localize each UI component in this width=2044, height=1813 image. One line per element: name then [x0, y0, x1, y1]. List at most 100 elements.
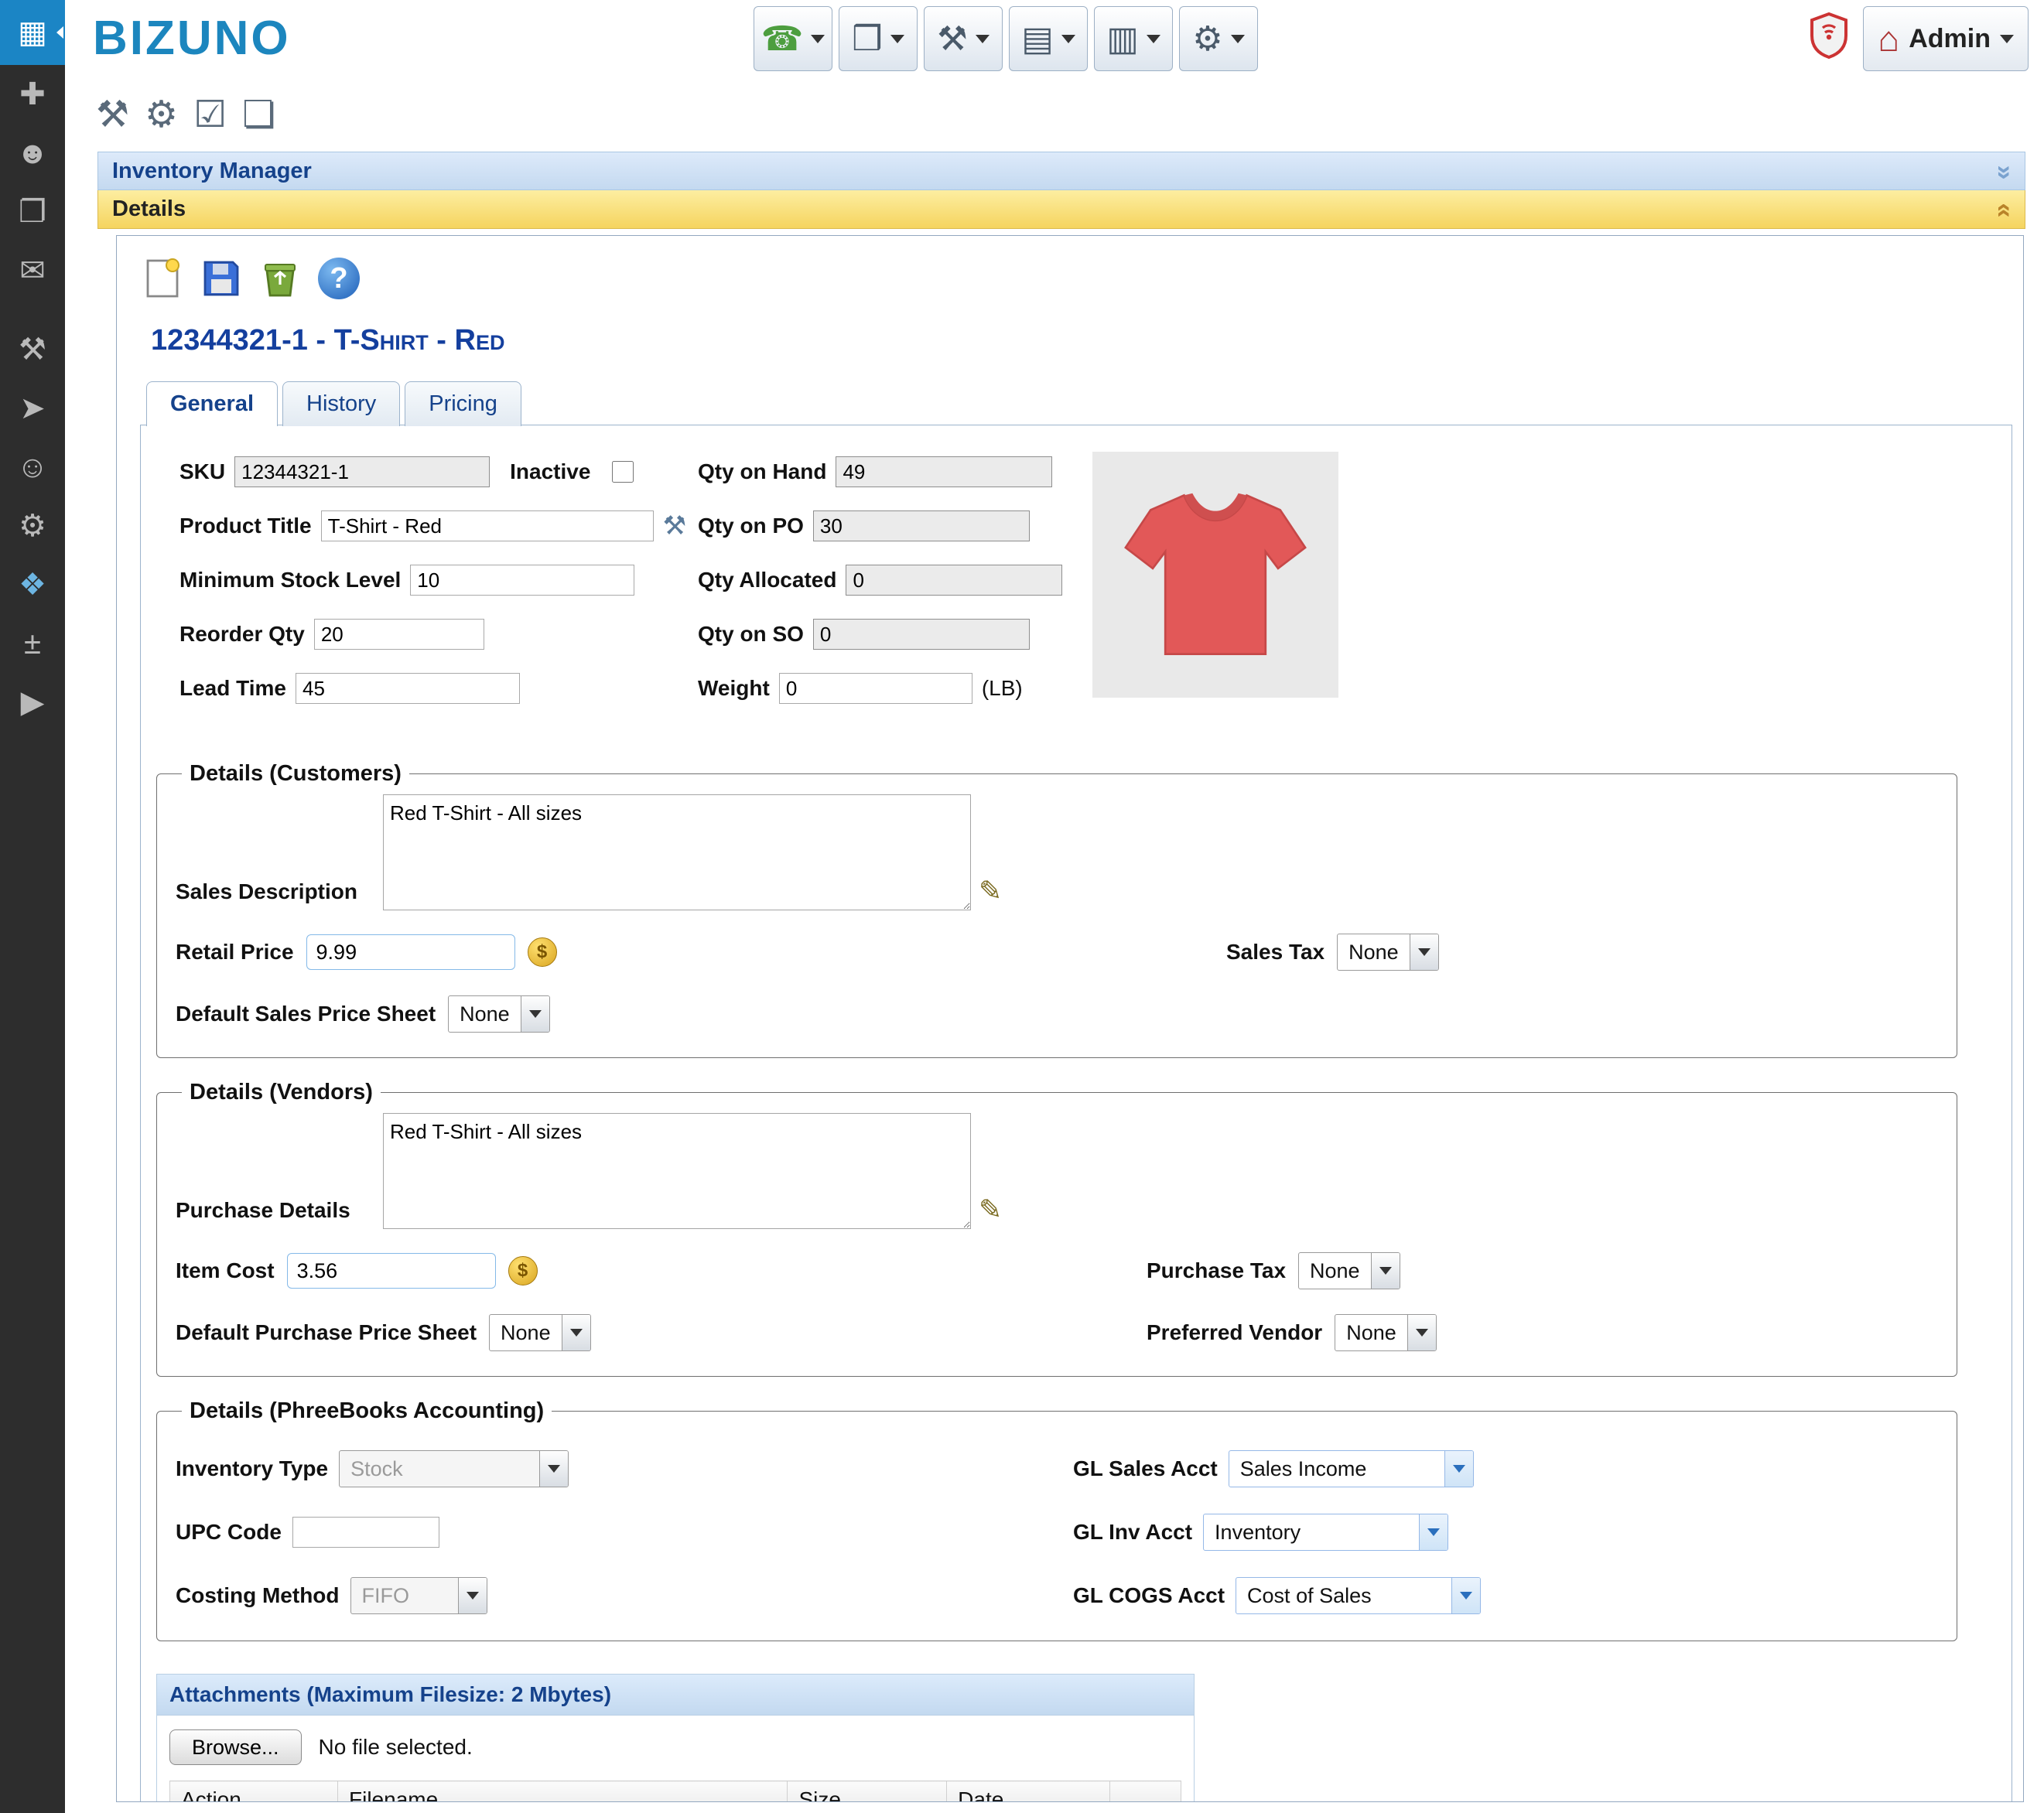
record-title: 12344321-1 - T-Shirt - Red — [151, 324, 2012, 357]
chevron-down-icon — [2000, 35, 2014, 43]
sidebar-item-pinned[interactable]: ✚ — [0, 65, 65, 124]
toolbar-banking-button[interactable]: ▤ — [1009, 6, 1088, 71]
attachments-header: Attachments (Maximum Filesize: 2 Mbytes) — [157, 1675, 1194, 1716]
sidebar-item-dashboard[interactable]: ▦ — [0, 0, 65, 65]
dropdown-arrow-icon — [1410, 934, 1438, 970]
price-levels-icon[interactable]: $ — [508, 1256, 538, 1285]
gl-inv-acct-value: Inventory — [1204, 1514, 1419, 1550]
browse-button[interactable]: Browse... — [169, 1729, 302, 1765]
sales-description-field[interactable]: Red T-Shirt - All sizes — [383, 794, 971, 910]
new-button[interactable] — [140, 256, 185, 301]
costing-method-select[interactable]: FIFO — [350, 1577, 487, 1614]
sidebar-item-profile[interactable]: ☺ — [0, 438, 65, 497]
quick-checklist-icon[interactable]: ☑ — [193, 93, 227, 136]
item-cost-field[interactable] — [287, 1253, 496, 1289]
sidebar-item-contacts[interactable]: ☻ — [0, 124, 65, 183]
toolbar-tools-button[interactable]: ⚒ — [924, 6, 1003, 71]
sidebar-item-tools[interactable]: ⚙ — [0, 497, 65, 555]
inventory-type-select[interactable]: Stock — [339, 1450, 569, 1487]
sidebar-item-build[interactable]: ⚒ — [0, 320, 65, 379]
main-toolbar: ☎ ❒ ⚒ ▤ ▥ — [754, 6, 1258, 71]
user-icon: ☺ — [17, 450, 49, 485]
sales-tax-value: None — [1338, 934, 1410, 970]
weight-unit-label: (LB) — [982, 676, 1023, 701]
tab-history[interactable]: History — [282, 381, 400, 426]
qty-allocated-field — [846, 565, 1062, 596]
details-panel: ? 12344321-1 - T-Shirt - Red General His… — [116, 235, 2024, 1802]
inventory-manager-bar[interactable]: Inventory Manager » — [97, 152, 2025, 190]
reorder-qty-field[interactable] — [314, 619, 484, 650]
default-purchase-price-sheet-select[interactable]: None — [489, 1314, 591, 1351]
help-icon: ? — [318, 258, 360, 299]
general-fields: SKU Inactive Qty on Hand Product Title — [141, 436, 2012, 739]
purchase-tax-select[interactable]: None — [1298, 1252, 1400, 1289]
purchase-details-field[interactable]: Red T-Shirt - All sizes — [383, 1113, 971, 1229]
dropdown-arrow-icon — [458, 1578, 487, 1613]
gl-sales-acct-select[interactable]: Sales Income — [1229, 1450, 1474, 1487]
default-purchase-price-sheet-value: None — [490, 1315, 562, 1350]
price-levels-icon[interactable]: $ — [528, 937, 557, 967]
qty-on-po-label: Qty on PO — [698, 514, 804, 538]
sidebar-item-messages[interactable]: ✉ — [0, 241, 65, 300]
toolbar-mobile-button[interactable]: ☎ — [754, 6, 832, 71]
inactive-checkbox[interactable] — [612, 461, 634, 483]
retail-price-field[interactable] — [306, 934, 515, 970]
product-tools-icon[interactable]: ⚒ — [663, 510, 686, 541]
customers-fieldset: Details (Customers) Sales Description Re… — [156, 761, 1957, 1058]
column-date: Date — [947, 1781, 1110, 1803]
sidebar-collapse-icon[interactable] — [56, 26, 63, 39]
toolbar-inventory-button[interactable]: ❒ — [839, 6, 918, 71]
toolbar-data-button[interactable]: ▥ — [1094, 6, 1173, 71]
min-stock-field[interactable] — [410, 565, 634, 596]
quick-launch-bar: ⚒ ⚙ ☑ ❏ — [65, 79, 2044, 152]
edit-note-icon[interactable]: ✎ — [979, 1193, 1002, 1229]
admin-label: Admin — [1909, 24, 1991, 54]
details-bar[interactable]: Details « — [97, 190, 2025, 229]
gl-inv-acct-select[interactable]: Inventory — [1203, 1514, 1448, 1551]
collapse-icon[interactable]: « — [1990, 203, 2020, 216]
expand-icon[interactable]: » — [1990, 165, 2020, 177]
quick-tools-icon[interactable]: ⚒ — [96, 93, 129, 136]
mobile-icon: ☎ — [761, 19, 804, 59]
quick-report-icon[interactable]: ❏ — [242, 93, 275, 136]
weight-field[interactable] — [779, 673, 972, 704]
details-title: Details — [112, 196, 186, 222]
chevron-down-icon — [1231, 35, 1245, 43]
chevron-down-icon — [1147, 35, 1160, 43]
toolbar-settings-button[interactable]: ⚙ — [1179, 6, 1258, 71]
page: ▦ ✚ ☻ ❐ ✉ ⚒ ➤ ☺ ⚙ ❖ ± ▶ BIZUNO ☎ ❒ — [0, 0, 2044, 1813]
contacts-icon: ☻ — [16, 136, 49, 171]
sidebar-item-announce[interactable]: ➤ — [0, 379, 65, 438]
dropdown-arrow-icon — [1371, 1253, 1400, 1289]
help-button[interactable]: ? — [316, 256, 361, 301]
delete-button[interactable] — [258, 256, 302, 301]
attachments-header-row: Action Filename Size Date — [170, 1781, 1181, 1803]
sidebar-item-pages[interactable]: ❐ — [0, 183, 65, 241]
detail-tabs: General History Pricing — [140, 381, 2012, 425]
sales-tax-select[interactable]: None — [1337, 934, 1439, 971]
item-cost-label: Item Cost — [176, 1258, 275, 1283]
attachments-table: Action Filename Size Date — [169, 1781, 1181, 1802]
qty-on-so-field — [813, 619, 1030, 650]
tab-general[interactable]: General — [146, 381, 278, 426]
preferred-vendor-select[interactable]: None — [1335, 1314, 1437, 1351]
sidebar-item-cart[interactable]: ❖ — [0, 555, 65, 614]
sku-field — [234, 456, 490, 487]
upc-code-label: UPC Code — [176, 1520, 282, 1545]
preferred-vendor-value: None — [1335, 1315, 1407, 1350]
tab-pricing[interactable]: Pricing — [405, 381, 521, 426]
gl-cogs-acct-select[interactable]: Cost of Sales — [1236, 1577, 1481, 1614]
security-shield-icon[interactable] — [1809, 12, 1849, 63]
edit-note-icon[interactable]: ✎ — [979, 875, 1002, 910]
product-title-field[interactable] — [321, 510, 654, 541]
quick-settings-icon[interactable]: ⚙ — [145, 93, 178, 136]
customers-legend: Details (Customers) — [182, 761, 409, 787]
sidebar-item-calculator[interactable]: ± — [0, 614, 65, 673]
upc-code-field[interactable] — [292, 1517, 439, 1548]
inventory-manager-title: Inventory Manager — [112, 159, 312, 184]
default-sales-price-sheet-select[interactable]: None — [448, 995, 550, 1033]
save-button[interactable] — [199, 256, 244, 301]
sidebar-item-play[interactable]: ▶ — [0, 673, 65, 732]
lead-time-field[interactable] — [296, 673, 520, 704]
admin-menu-button[interactable]: ⌂ Admin — [1863, 6, 2029, 71]
